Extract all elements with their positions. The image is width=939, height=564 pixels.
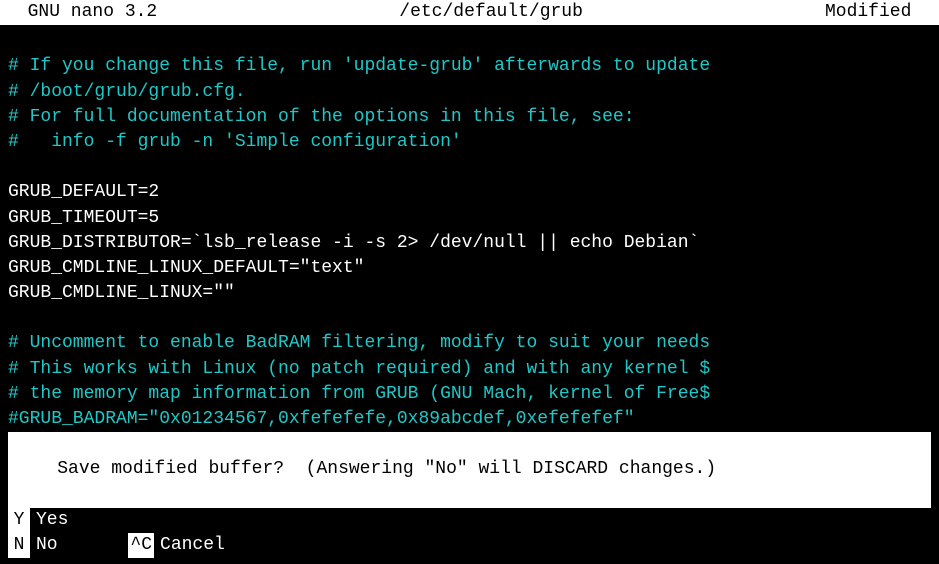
editor-line: #GRUB_BADRAM="0x01234567,0xfefefefe,0x89… bbox=[8, 407, 931, 432]
editor-line: GRUB_CMDLINE_LINUX="" bbox=[8, 281, 931, 306]
shortcut-row-1: Y Yes N No bbox=[8, 508, 68, 558]
save-prompt: Save modified buffer? (Answering "No" wi… bbox=[8, 432, 931, 508]
titlebar: GNU nano 3.2 /etc/default/grub Modified bbox=[0, 0, 939, 25]
editor-line: GRUB_TIMEOUT=5 bbox=[8, 206, 931, 231]
cursor-icon bbox=[720, 461, 732, 483]
key-n: N bbox=[8, 533, 30, 558]
file-path: /etc/default/grub bbox=[177, 0, 805, 25]
shortcut-row-2: ^C Cancel bbox=[128, 508, 224, 558]
editor-line: GRUB_CMDLINE_LINUX_DEFAULT="text" bbox=[8, 256, 931, 281]
editor-line: # the memory map information from GRUB (… bbox=[8, 382, 931, 407]
shortcut-bar: Y Yes N No ^C Cancel bbox=[0, 508, 939, 564]
editor-line: # info -f grub -n 'Simple configuration' bbox=[8, 130, 931, 155]
key-y: Y bbox=[8, 508, 30, 533]
editor-line: # This works with Linux (no patch requir… bbox=[8, 357, 931, 382]
nano-editor: GNU nano 3.2 /etc/default/grub Modified … bbox=[0, 0, 939, 545]
label-cancel: Cancel bbox=[160, 533, 225, 558]
editor-line: # If you change this file, run 'update-g… bbox=[8, 54, 931, 79]
label-no: No bbox=[36, 533, 58, 558]
shortcut-cancel[interactable]: ^C Cancel bbox=[128, 533, 224, 558]
editor-line bbox=[8, 306, 931, 331]
editor-line: # Uncomment to enable BadRAM filtering, … bbox=[8, 331, 931, 356]
shortcut-no[interactable]: N No bbox=[8, 533, 68, 558]
prompt-text: Save modified buffer? (Answering "No" wi… bbox=[57, 459, 716, 479]
editor-content[interactable]: # If you change this file, run 'update-g… bbox=[0, 25, 939, 432]
label-yes: Yes bbox=[36, 508, 68, 533]
app-name: GNU nano 3.2 bbox=[6, 0, 177, 25]
editor-line: # /boot/grub/grub.cfg. bbox=[8, 80, 931, 105]
editor-line: GRUB_DEFAULT=2 bbox=[8, 180, 931, 205]
editor-line: GRUB_DISTRIBUTOR=`lsb_release -i -s 2> /… bbox=[8, 231, 931, 256]
editor-line: # For full documentation of the options … bbox=[8, 105, 931, 130]
shortcut-yes[interactable]: Y Yes bbox=[8, 508, 68, 533]
modified-status: Modified bbox=[805, 0, 933, 25]
key-ctrl-c: ^C bbox=[128, 533, 154, 558]
editor-line bbox=[8, 155, 931, 180]
editor-line bbox=[8, 29, 931, 54]
